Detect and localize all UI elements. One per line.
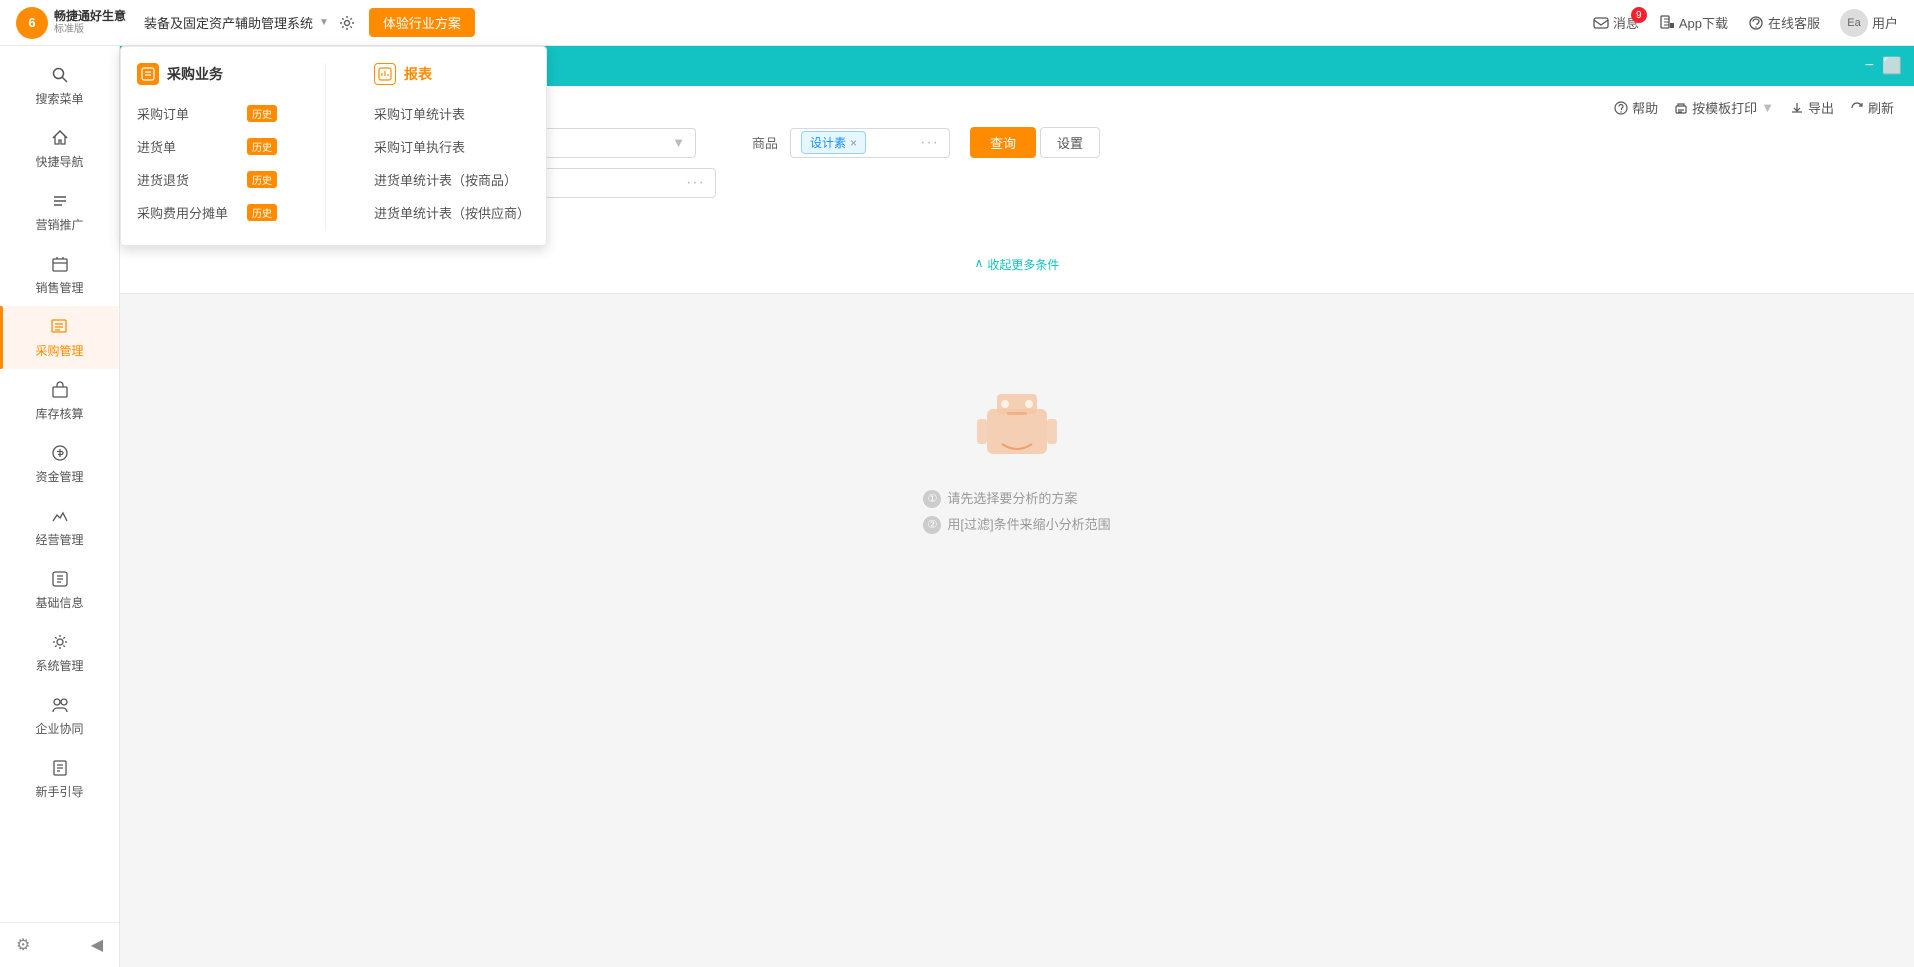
purchase-col-icon bbox=[137, 63, 159, 85]
app-download-nav-item[interactable]: App下载 bbox=[1659, 13, 1728, 32]
empty-state: ① 请先选择要分析的方案 ② 用[过滤]条件来缩小分析范围 bbox=[120, 294, 1914, 618]
system-title-arrow[interactable]: ▼ bbox=[319, 17, 329, 28]
basic-info-icon bbox=[49, 568, 71, 590]
marketing-icon bbox=[49, 190, 71, 212]
tab-bar-right: − ⬜ bbox=[1865, 56, 1914, 76]
dropdown-item-expense[interactable]: 采购费用分摊单 历史 bbox=[137, 196, 277, 229]
svg-text:6: 6 bbox=[28, 15, 35, 30]
dropdown-report-header: 报表 bbox=[374, 63, 530, 85]
settings-btn[interactable]: 设置 bbox=[1040, 127, 1100, 158]
sidebar-item-sales[interactable]: 销售管理 bbox=[0, 243, 119, 306]
history-badge-2: 历史 bbox=[247, 171, 277, 188]
sidebar-item-quick-nav[interactable]: 快捷导航 bbox=[0, 117, 119, 180]
sidebar-settings-icon[interactable]: ⚙ bbox=[16, 935, 30, 955]
sidebar-item-inventory[interactable]: 库存核算 bbox=[0, 369, 119, 432]
logo-text: 畅捷通好生意 标准版 bbox=[54, 9, 126, 35]
goods-tag-close[interactable]: × bbox=[850, 136, 857, 150]
sidebar-collapse-icon[interactable]: ◀ bbox=[91, 935, 103, 955]
dropdown-item-incoming-stat-supplier[interactable]: 进货单统计表（按供应商） bbox=[374, 196, 530, 229]
logo-area: 6 畅捷通好生意 标准版 bbox=[16, 7, 136, 39]
finance-icon bbox=[49, 442, 71, 464]
system-icon bbox=[49, 631, 71, 653]
collapse-arrow-icon: ∧ bbox=[975, 256, 984, 273]
step2-num: ② bbox=[923, 516, 941, 534]
dropdown-item-purchase-order-exec[interactable]: 采购订单执行表 bbox=[374, 130, 530, 163]
top-navbar: 6 畅捷通好生意 标准版 装备及固定资产辅助管理系统 ▼ 体验行业方案 消息 9 bbox=[0, 0, 1914, 46]
purchase-icon bbox=[49, 316, 71, 338]
sidebar-bottom: ⚙ ◀ bbox=[0, 922, 119, 967]
query-btn[interactable]: 查询 bbox=[970, 127, 1036, 158]
step1-num: ① bbox=[923, 490, 941, 508]
cooperation-icon bbox=[49, 694, 71, 716]
refresh-btn[interactable]: 刷新 bbox=[1850, 98, 1894, 117]
dropdown-item-purchase-order-stat[interactable]: 采购订单统计表 bbox=[374, 97, 530, 130]
salesperson-dots[interactable]: ··· bbox=[686, 174, 705, 192]
operations-icon bbox=[49, 505, 71, 527]
sales-icon bbox=[49, 253, 71, 275]
system-settings-icon[interactable] bbox=[333, 9, 361, 37]
message-badge: 9 bbox=[1631, 7, 1647, 23]
home-icon bbox=[49, 127, 71, 149]
help-btn[interactable]: 帮助 bbox=[1614, 98, 1658, 117]
print-dropdown-icon[interactable]: ▼ bbox=[1761, 100, 1774, 115]
industry-btn[interactable]: 体验行业方案 bbox=[369, 8, 475, 37]
tab-minimize-icon[interactable]: − bbox=[1865, 57, 1874, 75]
export-btn[interactable]: 导出 bbox=[1790, 98, 1834, 117]
voucher-status-arrow: ▼ bbox=[672, 135, 685, 150]
history-badge-3: 历史 bbox=[247, 204, 277, 221]
dropdown-item-incoming-stat-goods[interactable]: 进货单统计表（按商品） bbox=[374, 163, 530, 196]
print-btn[interactable]: 按模板打印 ▼ bbox=[1674, 98, 1774, 117]
dropdown-purchase-header: 采购业务 bbox=[137, 63, 277, 85]
sidebar-item-finance[interactable]: 资金管理 bbox=[0, 432, 119, 495]
goods-select[interactable]: 设计素 × ··· bbox=[790, 128, 950, 158]
collapse-row[interactable]: ∧ 收起更多条件 bbox=[140, 248, 1894, 281]
user-nav-item[interactable]: Ea 用户 bbox=[1840, 9, 1898, 37]
dropdown-report-col: 报表 采购订单统计表 采购订单执行表 进货单统计表（按商品） 进货单统计表（按供… bbox=[374, 63, 530, 229]
sidebar-item-basic-info[interactable]: 基础信息 bbox=[0, 558, 119, 621]
tab-maximize-icon[interactable]: ⬜ bbox=[1882, 56, 1902, 76]
goods-label: 商品 bbox=[708, 133, 778, 152]
dropdown-item-purchase-order[interactable]: 采购订单 历史 bbox=[137, 97, 277, 130]
sidebar-item-marketing[interactable]: 营销推广 bbox=[0, 180, 119, 243]
dropdown-divider bbox=[325, 63, 326, 229]
empty-text: ① 请先选择要分析的方案 ② 用[过滤]条件来缩小分析范围 bbox=[923, 486, 1110, 538]
sidebar-item-guide[interactable]: 新手引导 bbox=[0, 747, 119, 810]
goods-dots[interactable]: ··· bbox=[920, 134, 939, 152]
online-service-nav-item[interactable]: 在线客服 bbox=[1748, 13, 1820, 32]
dropdown-item-return[interactable]: 进货退货 历史 bbox=[137, 163, 277, 196]
purchase-dropdown-menu: 采购业务 采购订单 历史 进货单 历史 进货退货 历史 采购费用分摊单 历史 bbox=[120, 46, 547, 246]
message-nav-item[interactable]: 消息 9 bbox=[1593, 13, 1639, 32]
sidebar-item-operations[interactable]: 经营管理 bbox=[0, 495, 119, 558]
goods-tag[interactable]: 设计素 × bbox=[801, 131, 866, 154]
dropdown-purchase-col: 采购业务 采购订单 历史 进货单 历史 进货退货 历史 采购费用分摊单 历史 bbox=[137, 63, 277, 229]
user-avatar: Ea bbox=[1840, 9, 1868, 37]
sidebar-item-system[interactable]: 系统管理 bbox=[0, 621, 119, 684]
system-title: 装备及固定资产辅助管理系统 ▼ bbox=[144, 13, 329, 32]
history-badge-0: 历史 bbox=[247, 105, 277, 122]
search-icon bbox=[49, 64, 71, 86]
logo-icon: 6 bbox=[16, 7, 48, 39]
sidebar-item-search[interactable]: 搜索菜单 bbox=[0, 54, 119, 117]
inventory-icon bbox=[49, 379, 71, 401]
history-badge-1: 历史 bbox=[247, 138, 277, 155]
sidebar: 搜索菜单 快捷导航 营销推广 bbox=[0, 46, 120, 967]
guide-icon bbox=[49, 757, 71, 779]
top-nav-right: 消息 9 App下载 在线客服 Ea 用户 bbox=[1593, 9, 1898, 37]
dropdown-item-incoming[interactable]: 进货单 历史 bbox=[137, 130, 277, 163]
empty-illustration bbox=[967, 374, 1067, 474]
sidebar-item-purchase[interactable]: 采购管理 bbox=[0, 306, 119, 369]
report-col-icon bbox=[374, 63, 396, 85]
sidebar-item-cooperation[interactable]: 企业协同 bbox=[0, 684, 119, 747]
